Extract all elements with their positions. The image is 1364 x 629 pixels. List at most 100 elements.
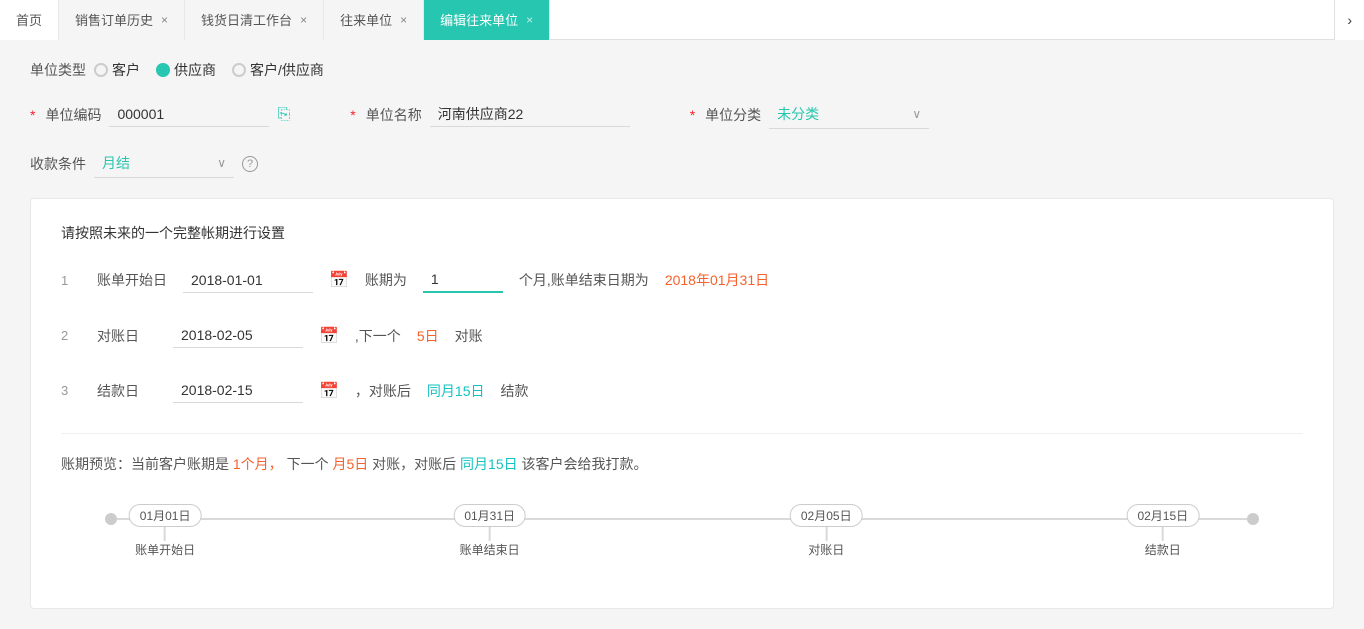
required-star-2: * [350,107,355,123]
node-badge-2: 01月31日 [453,504,526,527]
payment-condition-label: 收款条件 [30,154,86,174]
timeline-node-3: 02月05日 对账日 [790,504,863,558]
preview-period: 1个月， [233,456,283,472]
reconcile-prefix: ,下一个 [355,326,401,346]
preview-section: 账期预览：当前客户账期是 1个月， 下一个 月5日 对账，对账后 同月15日 该… [61,433,1303,584]
unit-name-label: 单位名称 [366,105,422,125]
node-label-1: 账单开始日 [135,541,195,558]
node-line-4 [1162,527,1164,541]
setting-title: 请按照未来的一个完整帐期进行设置 [61,223,1303,243]
node-badge-1: 01月01日 [129,504,202,527]
calendar-icon-1[interactable]: 📅 [329,270,349,290]
node-line-3 [825,527,827,541]
help-icon[interactable]: ? [242,156,258,172]
unit-category-field: * 单位分类 未分类 ∨ [690,100,929,129]
unit-category-select[interactable]: 未分类 ∨ [769,100,929,129]
node-badge-4: 02月15日 [1126,504,1199,527]
unit-code-field: * 单位编码 ⎘ [30,102,290,127]
main-content: 单位类型 客户 供应商 客户/供应商 * 单位编码 [0,40,1364,629]
radio-both[interactable]: 客户/供应商 [232,60,324,80]
timeline-start-dot [105,513,117,525]
preview-prefix: 账期预览：当前客户账期是 [61,456,229,472]
required-star-3: * [690,107,695,123]
radio-customer-label: 客户 [112,60,140,80]
unit-type-label: 单位类型 [30,60,86,80]
tab-bar: 首页 销售订单历史 × 钱货日清工作台 × 往来单位 × 编辑往来单位 × › [0,0,1364,40]
close-icon[interactable]: × [526,13,533,27]
period-month-text: 个月,账单结束日期为 [519,270,649,290]
reconcile-day: 5日 [417,326,439,346]
unit-name-field: * 单位名称 [350,102,629,127]
node-line-1 [164,527,166,541]
row-num-3: 3 [61,383,81,398]
row-num-1: 1 [61,273,81,288]
timeline-node-1: 01月01日 账单开始日 [129,504,202,558]
node-badge-3: 02月05日 [790,504,863,527]
timeline-node-2: 01月31日 账单结束日 [453,504,526,558]
radio-supplier[interactable]: 供应商 [156,60,216,80]
dropdown-icon: ∨ [912,107,921,121]
tab-overflow-button[interactable]: › [1334,0,1364,40]
radio-customer[interactable]: 客户 [94,60,140,80]
tab-home-label: 首页 [16,10,42,29]
node-label-3: 对账日 [808,541,844,558]
tab-sales-history[interactable]: 销售订单历史 × [59,0,185,40]
account-start-label: 账单开始日 [97,270,167,290]
tab-partner-unit[interactable]: 往来单位 × [324,0,424,40]
payment-label: 结款日 [97,381,157,401]
reconcile-row: 2 对账日 📅 ,下一个 5日 对账 [61,323,1303,348]
setting-box: 请按照未来的一个完整帐期进行设置 1 账单开始日 📅 账期为 个月,账单结束日期… [30,198,1334,609]
account-start-date-input[interactable] [183,268,313,293]
preview-payment-suffix: 该客户会给我打款。 [522,456,648,472]
tab-cash-work[interactable]: 钱货日清工作台 × [185,0,324,40]
reconcile-date-input[interactable] [173,323,303,348]
radio-supplier-label: 供应商 [174,60,216,80]
radio-both-label: 客户/供应商 [250,60,324,80]
timeline-end-dot [1247,513,1259,525]
row-num-2: 2 [61,328,81,343]
unit-category-value: 未分类 [777,104,908,124]
timeline-node-4: 02月15日 结款日 [1126,504,1199,558]
reconcile-label: 对账日 [97,326,157,346]
calendar-icon-3[interactable]: 📅 [319,381,339,401]
period-prefix: 账期为 [365,270,407,290]
tab-edit-partner-label: 编辑往来单位 [440,10,518,29]
unit-code-label: 单位编码 [45,105,101,125]
period-input[interactable] [423,267,503,293]
unit-code-input[interactable] [109,102,269,127]
calendar-icon-2[interactable]: 📅 [319,326,339,346]
tab-home[interactable]: 首页 [0,0,59,40]
payment-condition-row: 收款条件 月结 ∨ ? [30,149,1334,178]
preview-payment-day: 同月15日 [460,456,518,472]
unit-type-field: 单位类型 客户 供应商 客户/供应商 [30,60,324,80]
account-start-row: 1 账单开始日 📅 账期为 个月,账单结束日期为 2018年01月31日 [61,267,1303,293]
payment-row: 3 结款日 📅 ，对账后 同月15日 结款 [61,378,1303,403]
tab-edit-partner[interactable]: 编辑往来单位 × [424,0,550,40]
unit-name-input[interactable] [430,102,630,127]
preview-text: 账期预览：当前客户账期是 1个月， 下一个 月5日 对账，对账后 同月15日 该… [61,454,1303,474]
chevron-right-icon: › [1347,12,1352,28]
reconcile-suffix: 对账 [455,326,483,346]
unit-info-row: * 单位编码 ⎘ * 单位名称 * 单位分类 未分类 ∨ [30,100,1334,129]
unit-type-radio-group: 客户 供应商 客户/供应商 [94,60,324,80]
close-icon[interactable]: × [400,13,407,27]
payment-day: 同月15日 [427,381,485,401]
payment-prefix: ，对账后 [355,381,411,401]
node-label-2: 账单结束日 [460,541,520,558]
node-line-2 [489,527,491,541]
dropdown-icon-2: ∨ [217,156,226,170]
preview-reconcile-day: 月5日 [332,456,368,472]
timeline-line [111,518,1253,520]
node-label-4: 结款日 [1145,541,1181,558]
copy-icon[interactable]: ⎘ [277,106,290,124]
close-icon[interactable]: × [300,13,307,27]
payment-condition-value: 月结 [102,153,213,173]
unit-category-label: 单位分类 [705,105,761,125]
tab-sales-history-label: 销售订单历史 [75,10,153,29]
radio-both-circle [232,63,246,77]
payment-suffix: 结款 [501,381,529,401]
payment-date-input[interactable] [173,378,303,403]
close-icon[interactable]: × [161,13,168,27]
preview-reconcile-text: 对账，对账后 [372,456,456,472]
payment-condition-select[interactable]: 月结 ∨ [94,149,234,178]
